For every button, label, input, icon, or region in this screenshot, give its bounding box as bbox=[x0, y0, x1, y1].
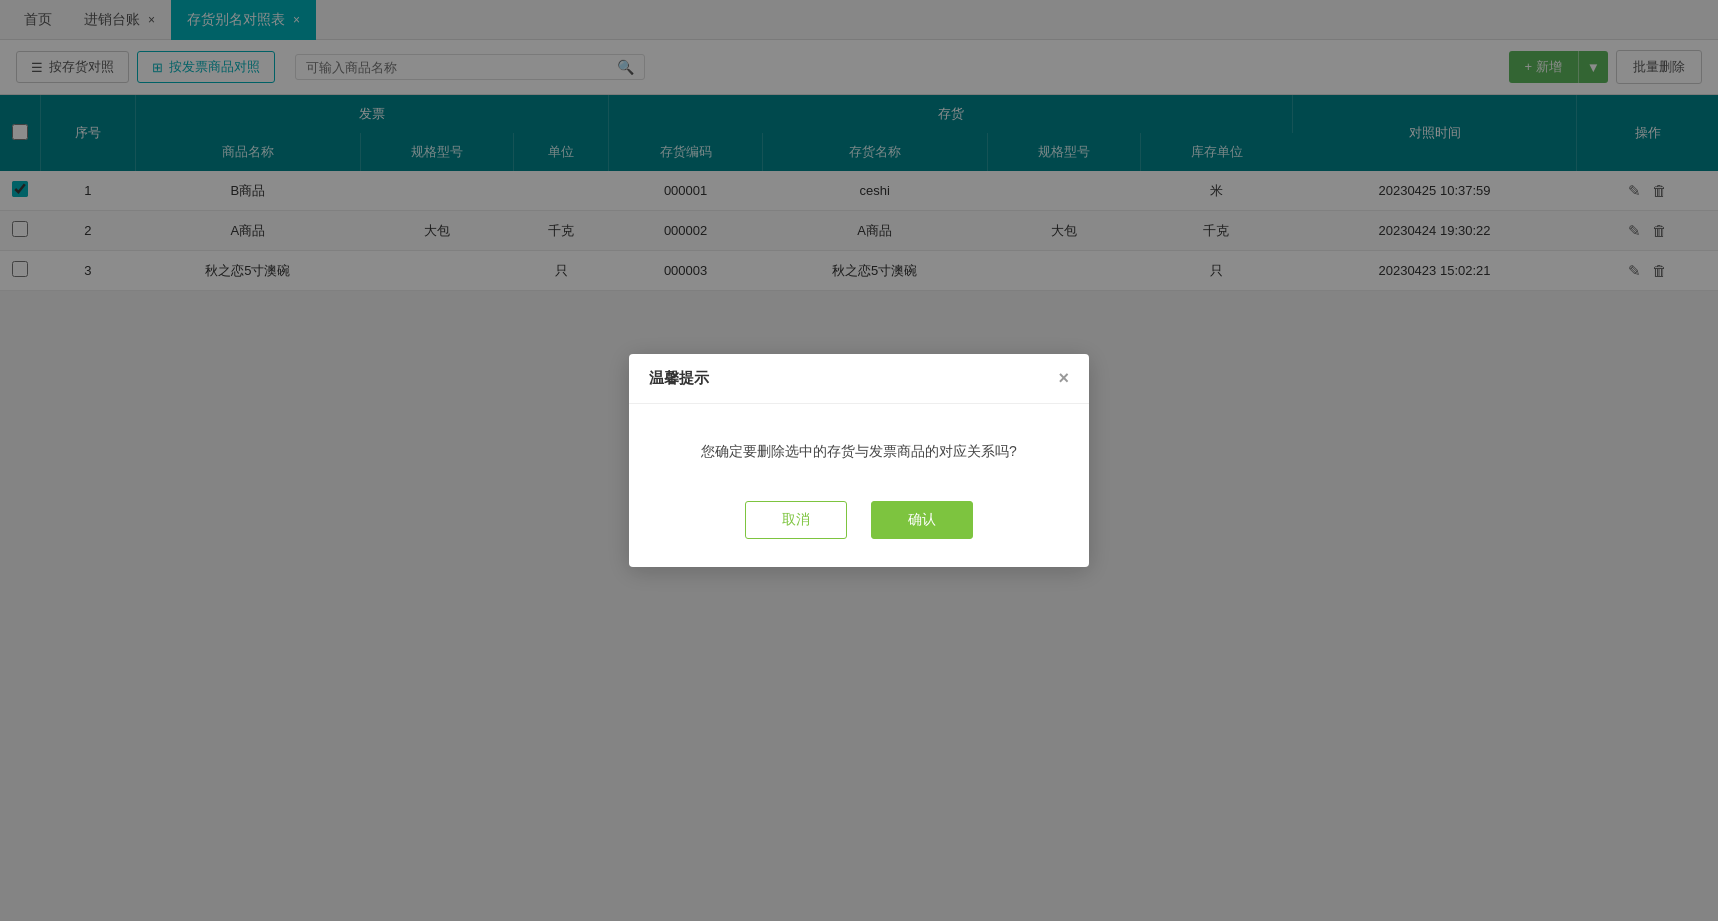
modal-overlay: 温馨提示 × 您确定要删除选中的存货与发票商品的对应关系吗? 取消 确认 bbox=[0, 0, 1718, 291]
